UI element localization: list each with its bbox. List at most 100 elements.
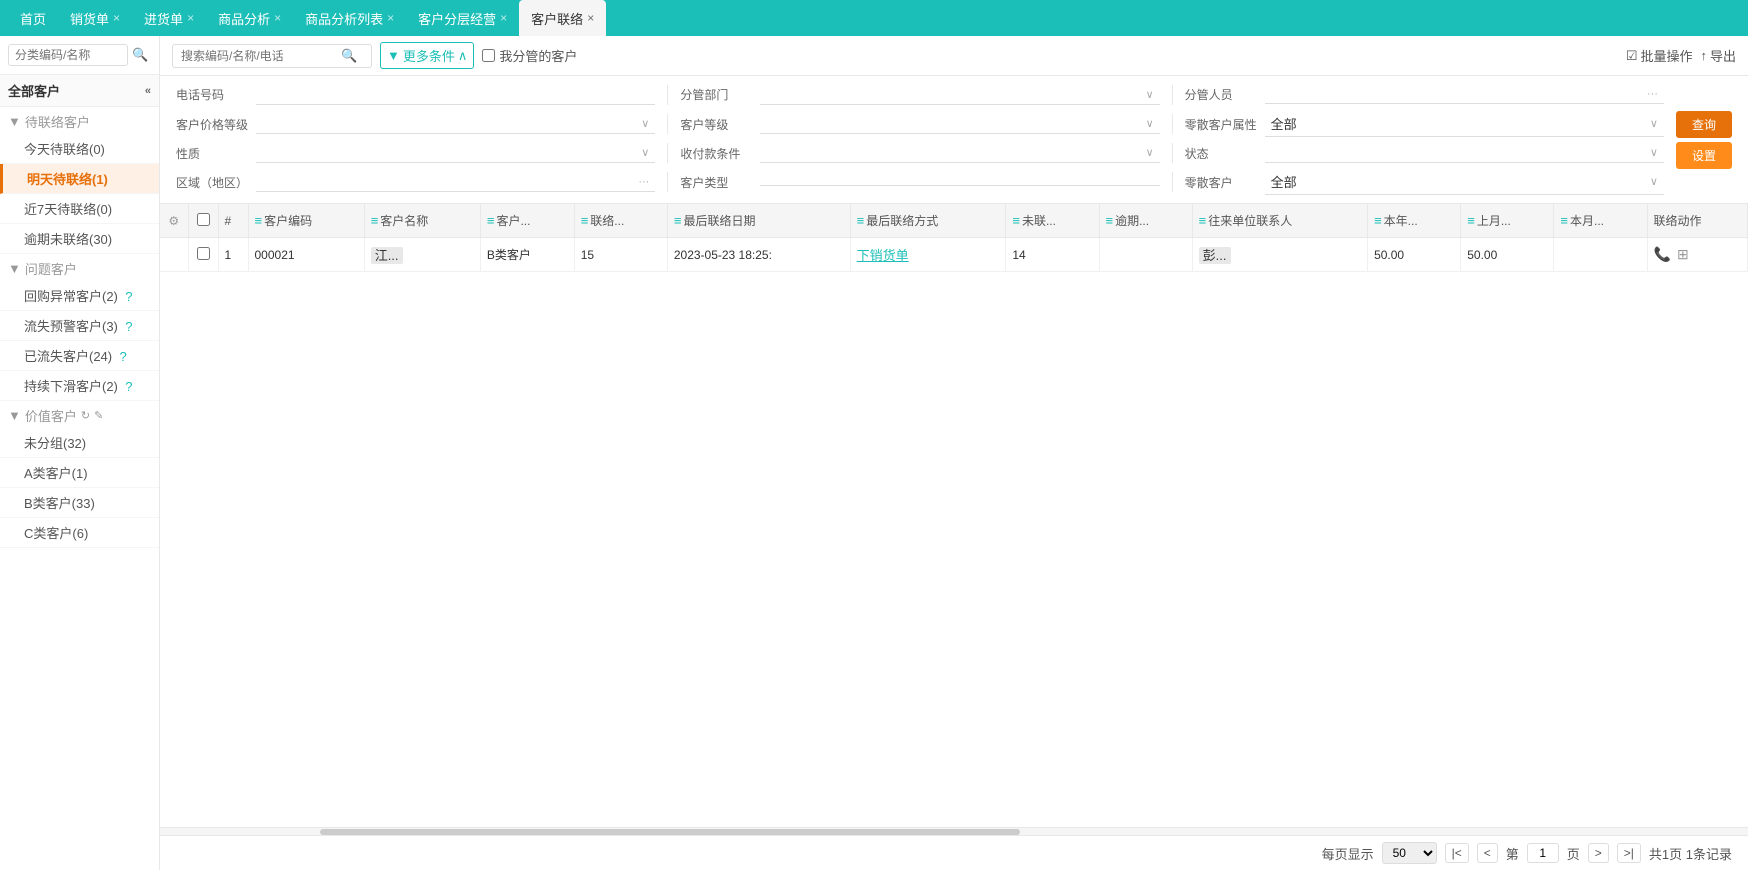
nav-product-analysis-list[interactable]: 商品分析列表 × — [293, 0, 406, 36]
col-overdue[interactable]: ≡逾期... — [1099, 204, 1192, 238]
status-select[interactable]: ∨ — [1265, 143, 1664, 163]
col-checkbox[interactable] — [188, 204, 218, 238]
contact-phone-icon[interactable]: 📞 — [1654, 246, 1671, 263]
sidebar-item-class-a[interactable]: A类客户(1) — [0, 458, 159, 488]
row-select-checkbox[interactable] — [197, 247, 210, 260]
row-customer-code[interactable]: 000021 — [248, 238, 364, 272]
retail-select[interactable]: 全部 ∨ — [1265, 169, 1664, 195]
horizontal-scrollbar[interactable] — [160, 827, 1748, 835]
filter-panel: 电话号码 分管部门 ∨ 分管人员 — [160, 76, 1748, 204]
sidebar-item-churned[interactable]: 已流失客户(24) ? — [0, 341, 159, 371]
per-page-select[interactable]: 50 100 200 — [1382, 842, 1437, 864]
customer-type-label: 客户类型 — [680, 174, 760, 191]
sidebar-search-icon[interactable]: 🔍 — [132, 47, 148, 63]
close-purchase-order-icon[interactable]: × — [187, 11, 194, 25]
first-page-button[interactable]: |< — [1445, 843, 1469, 863]
value-arrow-icon: ▼ — [8, 408, 21, 423]
per-page-label: 每页显示 — [1322, 844, 1374, 863]
filter-button[interactable]: ▼ 更多条件 ∧ — [380, 42, 474, 69]
bulk-ops-button[interactable]: ☑ 批量操作 — [1626, 46, 1693, 65]
row-contact-action[interactable]: 📞 ⊞ — [1647, 238, 1747, 272]
col-this-year[interactable]: ≡本年... — [1368, 204, 1461, 238]
sidebar-item-class-c[interactable]: C类客户(6) — [0, 518, 159, 548]
col-last-contact-date[interactable]: ≡最后联络日期 — [667, 204, 850, 238]
customer-level-select[interactable]: ∨ — [760, 114, 1159, 134]
col-customer-name[interactable]: ≡客户名称 — [364, 204, 480, 238]
nav-customer-contact[interactable]: 客户联络 × — [519, 0, 606, 36]
value-refresh-icon[interactable]: ↻ — [81, 409, 90, 422]
col-contact[interactable]: ≡联络... — [574, 204, 667, 238]
sidebar-group-pending[interactable]: ▼ 待联络客户 — [0, 107, 159, 134]
price-level-select[interactable]: ∨ — [256, 114, 655, 134]
last-contact-link[interactable]: 下销货单 — [857, 248, 909, 263]
phone-input[interactable] — [256, 84, 655, 105]
col-customer-code[interactable]: ≡客户编码 — [248, 204, 364, 238]
sidebar-group-problem[interactable]: ▼ 问题客户 — [0, 254, 159, 281]
row-customer-name[interactable]: 江... — [364, 238, 480, 272]
sidebar-item-declining[interactable]: 持续下滑客户(2) ? — [0, 371, 159, 401]
customer-type-select[interactable] — [760, 179, 1159, 186]
close-customer-stratification-icon[interactable]: × — [500, 11, 507, 25]
payment-select[interactable]: ∨ — [760, 143, 1159, 163]
col-last-contact-method[interactable]: ≡最后联络方式 — [850, 204, 1006, 238]
my-customers-check[interactable] — [482, 49, 495, 62]
next-page-button[interactable]: > — [1588, 843, 1609, 863]
col-unit-contact[interactable]: ≡往来单位联系人 — [1192, 204, 1367, 238]
close-sales-order-icon[interactable]: × — [113, 11, 120, 25]
sidebar-search-input[interactable] — [8, 44, 128, 66]
total-records: 共1页 1条记录 — [1649, 844, 1732, 863]
nav-purchase-order[interactable]: 进货单 × — [132, 0, 206, 36]
page-input[interactable] — [1527, 843, 1559, 863]
dept-select[interactable]: ∨ — [760, 85, 1159, 105]
nature-select[interactable]: ∨ — [256, 143, 655, 163]
select-all-checkbox[interactable] — [197, 213, 210, 226]
sidebar-item-overdue-contact[interactable]: 逾期未联络(30) — [0, 224, 159, 254]
col-last-month[interactable]: ≡上月... — [1461, 204, 1554, 238]
col-customer-type[interactable]: ≡客户... — [480, 204, 574, 238]
value-edit-icon[interactable]: ✎ — [94, 409, 103, 422]
sidebar-item-today-contact[interactable]: 今天待联络(0) — [0, 134, 159, 164]
sidebar-item-week-contact[interactable]: 近7天待联络(0) — [0, 194, 159, 224]
search-input[interactable] — [181, 49, 341, 63]
retail-attr-select[interactable]: 全部 ∨ — [1265, 111, 1664, 137]
search-icon[interactable]: 🔍 — [341, 48, 357, 64]
nav-sales-order[interactable]: 销货单 × — [58, 0, 132, 36]
problem-arrow-icon: ▼ — [8, 261, 21, 276]
filter-icon: ▼ — [387, 48, 400, 63]
sidebar-item-tomorrow-contact[interactable]: 明天待联络(1) — [0, 164, 159, 194]
contact-grid-icon[interactable]: ⊞ — [1677, 246, 1689, 263]
prev-page-button[interactable]: < — [1477, 843, 1498, 863]
divider4 — [1172, 114, 1173, 134]
scrollbar-thumb[interactable] — [320, 829, 1020, 835]
sidebar-item-class-b[interactable]: B类客户(33) — [0, 488, 159, 518]
query-button[interactable]: 查询 — [1676, 111, 1732, 138]
close-customer-contact-icon[interactable]: × — [587, 11, 594, 25]
reset-button[interactable]: 设置 — [1676, 142, 1732, 169]
row-checkbox[interactable] — [188, 238, 218, 272]
sidebar-item-ungrouped[interactable]: 未分组(32) — [0, 428, 159, 458]
last-page-button[interactable]: >| — [1617, 843, 1641, 863]
sidebar-group-value[interactable]: ▼ 价值客户 ↻ ✎ — [0, 401, 159, 428]
page-suffix: 页 — [1567, 844, 1580, 863]
divider7 — [667, 172, 668, 192]
export-button[interactable]: ↑ 导出 — [1700, 46, 1736, 65]
region-select[interactable]: ··· — [256, 173, 655, 192]
row-last-contact-method[interactable]: 下销货单 — [850, 238, 1006, 272]
close-product-analysis-icon[interactable]: × — [274, 11, 281, 25]
col-settings[interactable]: ⚙ — [160, 204, 188, 238]
manager-select[interactable]: ··· — [1265, 85, 1664, 104]
close-product-analysis-list-icon[interactable]: × — [387, 11, 394, 25]
col-this-month[interactable]: ≡本月... — [1554, 204, 1647, 238]
nav-customer-stratification[interactable]: 客户分层经营 × — [406, 0, 519, 36]
nav-home[interactable]: 首页 — [8, 0, 58, 36]
col-uncontacted[interactable]: ≡未联... — [1006, 204, 1099, 238]
my-customers-checkbox[interactable]: 我分管的客户 — [482, 46, 577, 65]
sort-icon10: ≡ — [1374, 213, 1382, 228]
nav-product-analysis[interactable]: 商品分析 × — [206, 0, 293, 36]
sidebar-item-repurchase-abnormal[interactable]: 回购异常客户(2) ? — [0, 281, 159, 311]
col-number: # — [218, 204, 248, 238]
sidebar-item-churn-warning[interactable]: 流失预警客户(3) ? — [0, 311, 159, 341]
sidebar-all-customers[interactable]: 全部客户 « — [0, 75, 159, 107]
pending-arrow-icon: ▼ — [8, 114, 21, 129]
filter-customer-type: 客户类型 — [680, 174, 1159, 191]
